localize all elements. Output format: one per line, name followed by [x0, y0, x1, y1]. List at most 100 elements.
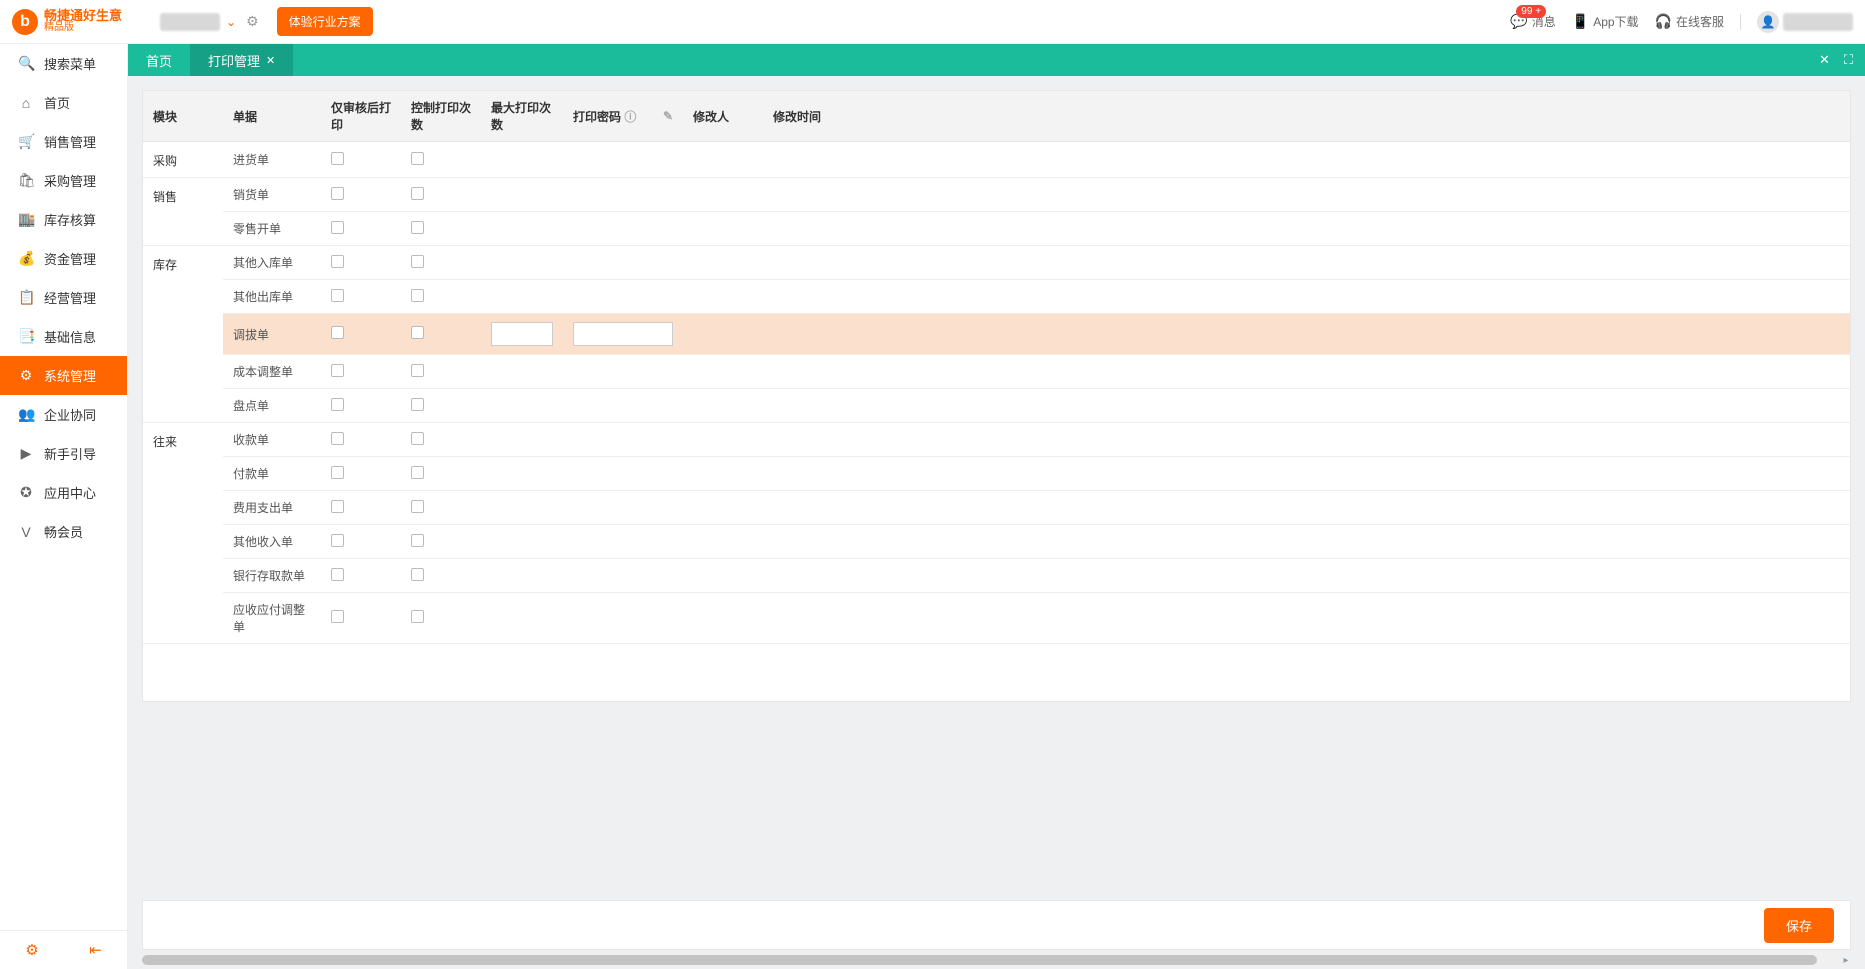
tabs-right: ✕ ⛶: [1819, 44, 1865, 76]
org-name-blur: [160, 13, 220, 31]
app-download-button[interactable]: 📱 App下载: [1572, 13, 1639, 30]
sidebar-item[interactable]: 💰资金管理: [0, 239, 127, 278]
tab-close-icon[interactable]: ✕: [266, 54, 275, 67]
ctrl-checkbox[interactable]: [411, 152, 424, 165]
audit-checkbox[interactable]: [331, 255, 344, 268]
th-modtime: 修改时间: [763, 91, 1850, 142]
sidebar-item[interactable]: ⌂首页: [0, 83, 127, 122]
audit-checkbox[interactable]: [331, 187, 344, 200]
table-row: 采购进货单: [143, 142, 1850, 178]
ctrl-checkbox[interactable]: [411, 255, 424, 268]
audit-checkbox[interactable]: [331, 152, 344, 165]
brand-main: 畅捷通好生意: [44, 9, 122, 22]
msg-button[interactable]: 💬 99 + 消息: [1510, 13, 1555, 30]
ctrl-checkbox[interactable]: [411, 568, 424, 581]
sidebar-item-icon: ▶: [18, 445, 34, 462]
ctrl-checkbox[interactable]: [411, 398, 424, 411]
ctrl-checkbox[interactable]: [411, 432, 424, 445]
save-button[interactable]: 保存: [1764, 908, 1834, 943]
ctrl-checkbox[interactable]: [411, 534, 424, 547]
audit-checkbox[interactable]: [331, 466, 344, 479]
sidebar-item-label: 库存核算: [44, 210, 96, 229]
sidebar-item[interactable]: 📋经营管理: [0, 278, 127, 317]
sidebar-item-icon: ⌂: [18, 95, 34, 111]
doc-cell: 销货单: [223, 178, 321, 212]
ctrl-checkbox[interactable]: [411, 500, 424, 513]
audit-checkbox[interactable]: [331, 610, 344, 623]
ctrl-checkbox[interactable]: [411, 187, 424, 200]
tab[interactable]: 首页: [128, 44, 190, 76]
sidebar-item[interactable]: 🛍采购管理: [0, 161, 127, 200]
th-max: 最大打印次数: [481, 91, 563, 142]
close-tab-icon[interactable]: ✕: [1819, 52, 1830, 68]
doc-cell: 调拔单: [223, 314, 321, 355]
sidebar-item[interactable]: V 畅会员: [0, 512, 127, 551]
table-row: 银行存取款单: [143, 559, 1850, 593]
audit-checkbox[interactable]: [331, 289, 344, 302]
topbar: b 畅捷通好生意 精品版 ⌄ ⚙ 体验行业方案 💬 99 + 消息 📱 App下…: [0, 0, 1865, 44]
sidebar-item-icon: V: [18, 524, 34, 540]
sidebar-item[interactable]: ▶ 新手引导: [0, 434, 127, 473]
sidebar-item-label: 搜索菜单: [44, 54, 96, 73]
content: 模块 单据 仅审核后打印 控制打印次数 最大打印次数 打印密码 ⓘ ✎ 修改人 …: [128, 76, 1865, 969]
panel: 模块 单据 仅审核后打印 控制打印次数 最大打印次数 打印密码 ⓘ ✎ 修改人 …: [142, 90, 1851, 702]
tab[interactable]: 打印管理✕: [190, 44, 293, 76]
audit-checkbox[interactable]: [331, 568, 344, 581]
sidebar-item[interactable]: ✪应用中心: [0, 473, 127, 512]
ctrl-checkbox[interactable]: [411, 364, 424, 377]
help-icon[interactable]: ⓘ: [624, 110, 636, 124]
sidebar-item-label: 新手引导: [44, 444, 96, 463]
collapse-icon[interactable]: ⇤: [89, 941, 102, 959]
doc-cell: 收款单: [223, 423, 321, 457]
audit-checkbox[interactable]: [331, 364, 344, 377]
sidebar-item-icon: 🔍: [18, 55, 34, 72]
sidebar-item[interactable]: 🛒销售管理: [0, 122, 127, 161]
service-button[interactable]: 🎧 在线客服: [1655, 13, 1724, 30]
audit-checkbox[interactable]: [331, 398, 344, 411]
sidebar-item[interactable]: ⚙ 系统管理: [0, 356, 127, 395]
divider: [1740, 14, 1741, 30]
audit-checkbox[interactable]: [331, 432, 344, 445]
sidebar-item[interactable]: 🏬库存核算: [0, 200, 127, 239]
sidebar-item-label: 经营管理: [44, 288, 96, 307]
sidebar-item-icon: ⚙: [18, 367, 34, 384]
doc-cell: 银行存取款单: [223, 559, 321, 593]
sidebar-item[interactable]: 🔍 搜索菜单: [0, 44, 127, 83]
org-select[interactable]: ⌄: [160, 13, 236, 31]
max-input[interactable]: [491, 322, 553, 346]
cta-button[interactable]: 体验行业方案: [277, 7, 373, 36]
sidebar-item[interactable]: 👥企业协同: [0, 395, 127, 434]
sidebar-item-label: 畅会员: [44, 522, 83, 541]
scroll-right-icon[interactable]: ▸: [1839, 954, 1853, 966]
audit-checkbox[interactable]: [331, 500, 344, 513]
th-module: 模块: [143, 91, 223, 142]
ctrl-checkbox[interactable]: [411, 610, 424, 623]
ctrl-checkbox[interactable]: [411, 466, 424, 479]
audit-checkbox[interactable]: [331, 221, 344, 234]
user-menu[interactable]: 👤: [1757, 11, 1853, 33]
sidebar-item-label: 系统管理: [44, 366, 96, 385]
pwd-input[interactable]: [573, 322, 673, 346]
edit-icon[interactable]: ✎: [663, 109, 673, 123]
audit-checkbox[interactable]: [331, 326, 344, 339]
sidebar: 🔍 搜索菜单 ⌂首页🛒销售管理🛍采购管理🏬库存核算💰资金管理📋经营管理📑基础信息 ⚙ 系…: [0, 44, 128, 969]
sidebar-item[interactable]: 📑基础信息: [0, 317, 127, 356]
table-row: 其他出库单: [143, 280, 1850, 314]
ctrl-checkbox[interactable]: [411, 326, 424, 339]
horizontal-scrollbar[interactable]: ▸: [142, 954, 1851, 966]
avatar-icon: 👤: [1757, 11, 1779, 33]
footer: 保存: [142, 900, 1851, 950]
scrollbar-thumb[interactable]: [142, 955, 1817, 965]
settings-icon[interactable]: ⚙: [246, 13, 259, 30]
service-label: 在线客服: [1676, 13, 1724, 30]
sidebar-item-icon: 📑: [18, 328, 34, 345]
ctrl-checkbox[interactable]: [411, 221, 424, 234]
gear-icon[interactable]: ⚙: [25, 941, 38, 959]
sidebar-item-label: 资金管理: [44, 249, 96, 268]
chevron-down-icon: ⌄: [226, 15, 236, 29]
audit-checkbox[interactable]: [331, 534, 344, 547]
ctrl-checkbox[interactable]: [411, 289, 424, 302]
doc-cell: 进货单: [223, 142, 321, 178]
module-cell: 采购: [143, 142, 223, 178]
fullscreen-icon[interactable]: ⛶: [1844, 52, 1853, 68]
